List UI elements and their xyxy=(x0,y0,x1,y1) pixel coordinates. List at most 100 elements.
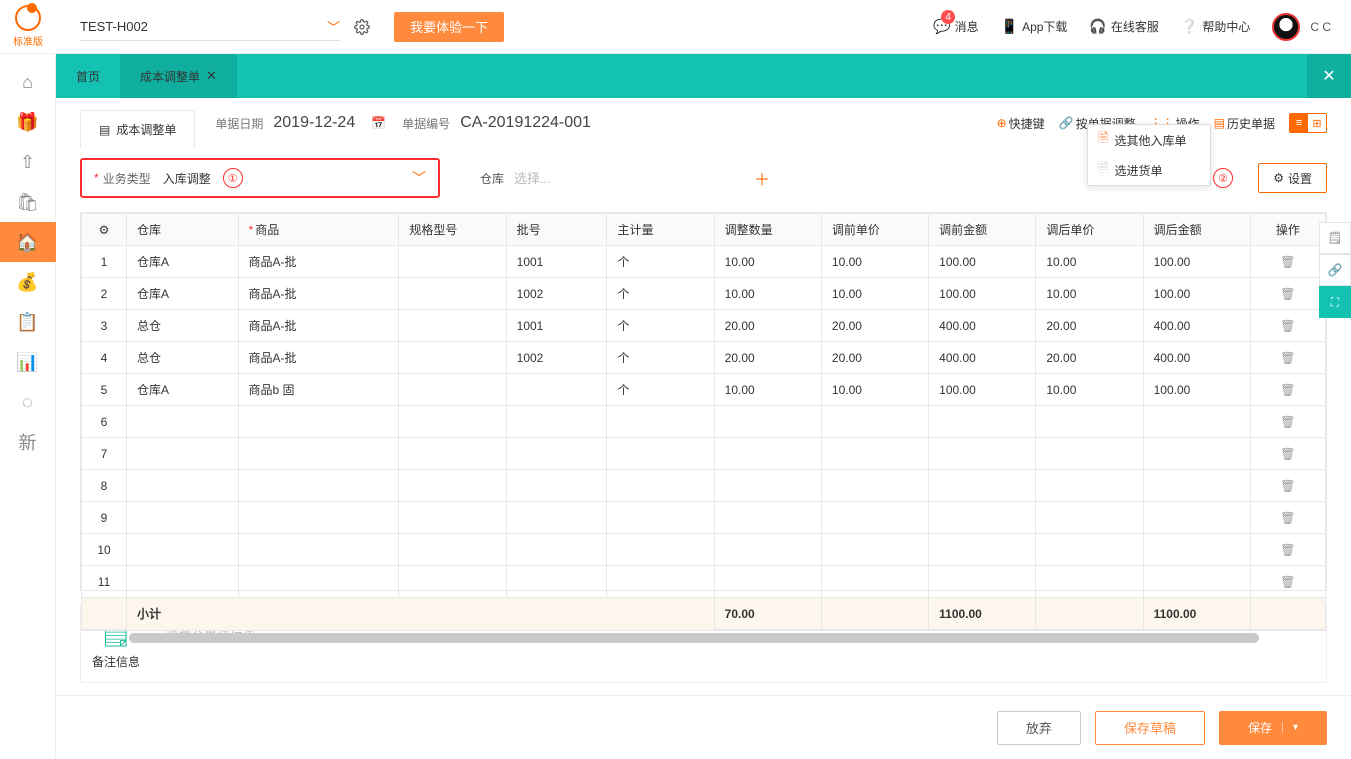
cell-unit[interactable]: 个 xyxy=(607,278,714,310)
col-spec[interactable]: 规格型号 xyxy=(399,214,506,246)
col-prod[interactable]: *商品 xyxy=(238,214,399,246)
close-all-tabs[interactable]: ✕ xyxy=(1307,54,1351,98)
chevron-down-icon[interactable]: ▾ xyxy=(1282,722,1298,733)
cell-pa[interactable] xyxy=(1036,406,1143,438)
cell-qty[interactable]: 20.00 xyxy=(714,342,821,374)
cell-wh[interactable] xyxy=(127,534,239,566)
cell-ab[interactable] xyxy=(929,470,1036,502)
cell-prod[interactable] xyxy=(238,502,399,534)
cell-qty[interactable]: 20.00 xyxy=(714,310,821,342)
popup-other-inbound[interactable]: 🗎 选其他入库单 xyxy=(1088,125,1210,155)
cell-spec[interactable] xyxy=(399,406,506,438)
cell-qty[interactable]: 10.00 xyxy=(714,374,821,406)
cell-spec[interactable] xyxy=(399,502,506,534)
cell-qty[interactable] xyxy=(714,534,821,566)
delete-icon[interactable]: 🗑 xyxy=(1280,575,1295,589)
cell-qty[interactable]: 10.00 xyxy=(714,278,821,310)
col-pb[interactable]: 调前单价 xyxy=(821,214,928,246)
tab-home[interactable]: 首页 xyxy=(56,54,120,98)
rail-expand-icon[interactable]: ⛶ xyxy=(1319,286,1351,318)
cell-pa[interactable]: 10.00 xyxy=(1036,278,1143,310)
nav-sync[interactable]: ◌ xyxy=(0,382,56,422)
cell-aa[interactable]: 100.00 xyxy=(1143,246,1250,278)
cell-ab[interactable] xyxy=(929,566,1036,598)
table-row[interactable]: 5仓库A商品b 固个10.0010.00100.0010.00100.00🗑 xyxy=(82,374,1326,406)
cell-unit[interactable] xyxy=(607,534,714,566)
cell-unit[interactable]: 个 xyxy=(607,374,714,406)
cell-ab[interactable]: 100.00 xyxy=(929,278,1036,310)
calendar-icon[interactable]: 📅 xyxy=(371,116,386,130)
cell-unit[interactable] xyxy=(607,438,714,470)
view-toggle[interactable]: ≡ ⊞ xyxy=(1289,113,1327,133)
help-link[interactable]: ❔ 帮助中心 xyxy=(1181,18,1250,35)
cell-unit[interactable]: 个 xyxy=(607,310,714,342)
cell-unit[interactable] xyxy=(607,406,714,438)
delete-icon[interactable]: 🗑 xyxy=(1280,415,1295,429)
history-link[interactable]: ▤ 历史单据 xyxy=(1214,115,1275,132)
gear-icon[interactable] xyxy=(354,19,370,35)
cell-spec[interactable] xyxy=(399,310,506,342)
col-aa[interactable]: 调后金额 xyxy=(1143,214,1250,246)
cell-ab[interactable]: 100.00 xyxy=(929,246,1036,278)
cell-pa[interactable]: 10.00 xyxy=(1036,246,1143,278)
settings-button[interactable]: ⚙ 设置 xyxy=(1258,163,1327,193)
cell-aa[interactable] xyxy=(1143,502,1250,534)
cell-wh[interactable]: 仓库A xyxy=(127,374,239,406)
cell-batch[interactable]: 1001 xyxy=(506,246,607,278)
avatar[interactable] xyxy=(1272,13,1300,41)
cell-aa[interactable] xyxy=(1143,566,1250,598)
cell-prod[interactable] xyxy=(238,566,399,598)
col-unit[interactable]: 主计量 xyxy=(607,214,714,246)
horizontal-scrollbar[interactable] xyxy=(81,630,1326,631)
cell-ab[interactable]: 400.00 xyxy=(929,342,1036,374)
cell-spec[interactable] xyxy=(399,342,506,374)
cell-ab[interactable] xyxy=(929,406,1036,438)
cell-batch[interactable]: 1002 xyxy=(506,278,607,310)
rail-link-icon[interactable]: 🔗 xyxy=(1319,254,1351,286)
table-row[interactable]: 6🗑 xyxy=(82,406,1326,438)
nav-gift[interactable]: 🎁 xyxy=(0,102,56,142)
cell-pa[interactable] xyxy=(1036,438,1143,470)
cell-wh[interactable] xyxy=(127,470,239,502)
delete-icon[interactable]: 🗑 xyxy=(1280,287,1295,301)
cell-wh[interactable] xyxy=(127,438,239,470)
table-row[interactable]: 1仓库A商品A-批1001个10.0010.00100.0010.00100.0… xyxy=(82,246,1326,278)
cell-batch[interactable] xyxy=(506,406,607,438)
shortcut-link[interactable]: ⊕ 快捷键 xyxy=(997,115,1045,132)
cell-aa[interactable] xyxy=(1143,534,1250,566)
cell-batch[interactable] xyxy=(506,502,607,534)
cell-pa[interactable]: 20.00 xyxy=(1036,310,1143,342)
nav-doc[interactable]: 📋 xyxy=(0,302,56,342)
doc-type-tab[interactable]: ▤ 成本调整单 xyxy=(80,110,195,148)
cell-spec[interactable] xyxy=(399,566,506,598)
table-row[interactable]: 2仓库A商品A-批1002个10.0010.00100.0010.00100.0… xyxy=(82,278,1326,310)
table-row[interactable]: 7🗑 xyxy=(82,438,1326,470)
table-row[interactable]: 9🗑 xyxy=(82,502,1326,534)
col-pa[interactable]: 调后单价 xyxy=(1036,214,1143,246)
delete-icon[interactable]: 🗑 xyxy=(1280,319,1295,333)
nav-money[interactable]: 💰 xyxy=(0,262,56,302)
cell-ab[interactable] xyxy=(929,502,1036,534)
nav-report[interactable]: 📊 xyxy=(0,342,56,382)
cell-batch[interactable] xyxy=(506,534,607,566)
biz-type-select[interactable]: * 业务类型 入库调整 ① ﹀ xyxy=(80,158,440,198)
app-download-link[interactable]: 📱 App下载 xyxy=(1001,18,1068,35)
col-batch[interactable]: 批号 xyxy=(506,214,607,246)
cell-pb[interactable]: 20.00 xyxy=(821,310,928,342)
list-view-icon[interactable]: ≡ xyxy=(1290,114,1308,132)
cell-spec[interactable] xyxy=(399,534,506,566)
nav-bag[interactable]: 🛍 xyxy=(0,182,56,222)
cell-ab[interactable] xyxy=(929,438,1036,470)
cell-qty[interactable]: 10.00 xyxy=(714,246,821,278)
support-link[interactable]: 🎧 在线客服 xyxy=(1089,18,1158,35)
rail-note-icon[interactable]: 🗒 xyxy=(1319,222,1351,254)
cell-wh[interactable]: 总仓 xyxy=(127,342,239,374)
table-row[interactable]: 3总仓商品A-批1001个20.0020.00400.0020.00400.00… xyxy=(82,310,1326,342)
cell-ab[interactable]: 400.00 xyxy=(929,310,1036,342)
messages-link[interactable]: 💬 消息 4 xyxy=(933,18,978,35)
cell-pb[interactable] xyxy=(821,406,928,438)
cell-wh[interactable]: 仓库A xyxy=(127,278,239,310)
table-row[interactable]: 4总仓商品A-批1002个20.0020.00400.0020.00400.00… xyxy=(82,342,1326,374)
cell-batch[interactable] xyxy=(506,374,607,406)
cell-batch[interactable] xyxy=(506,566,607,598)
